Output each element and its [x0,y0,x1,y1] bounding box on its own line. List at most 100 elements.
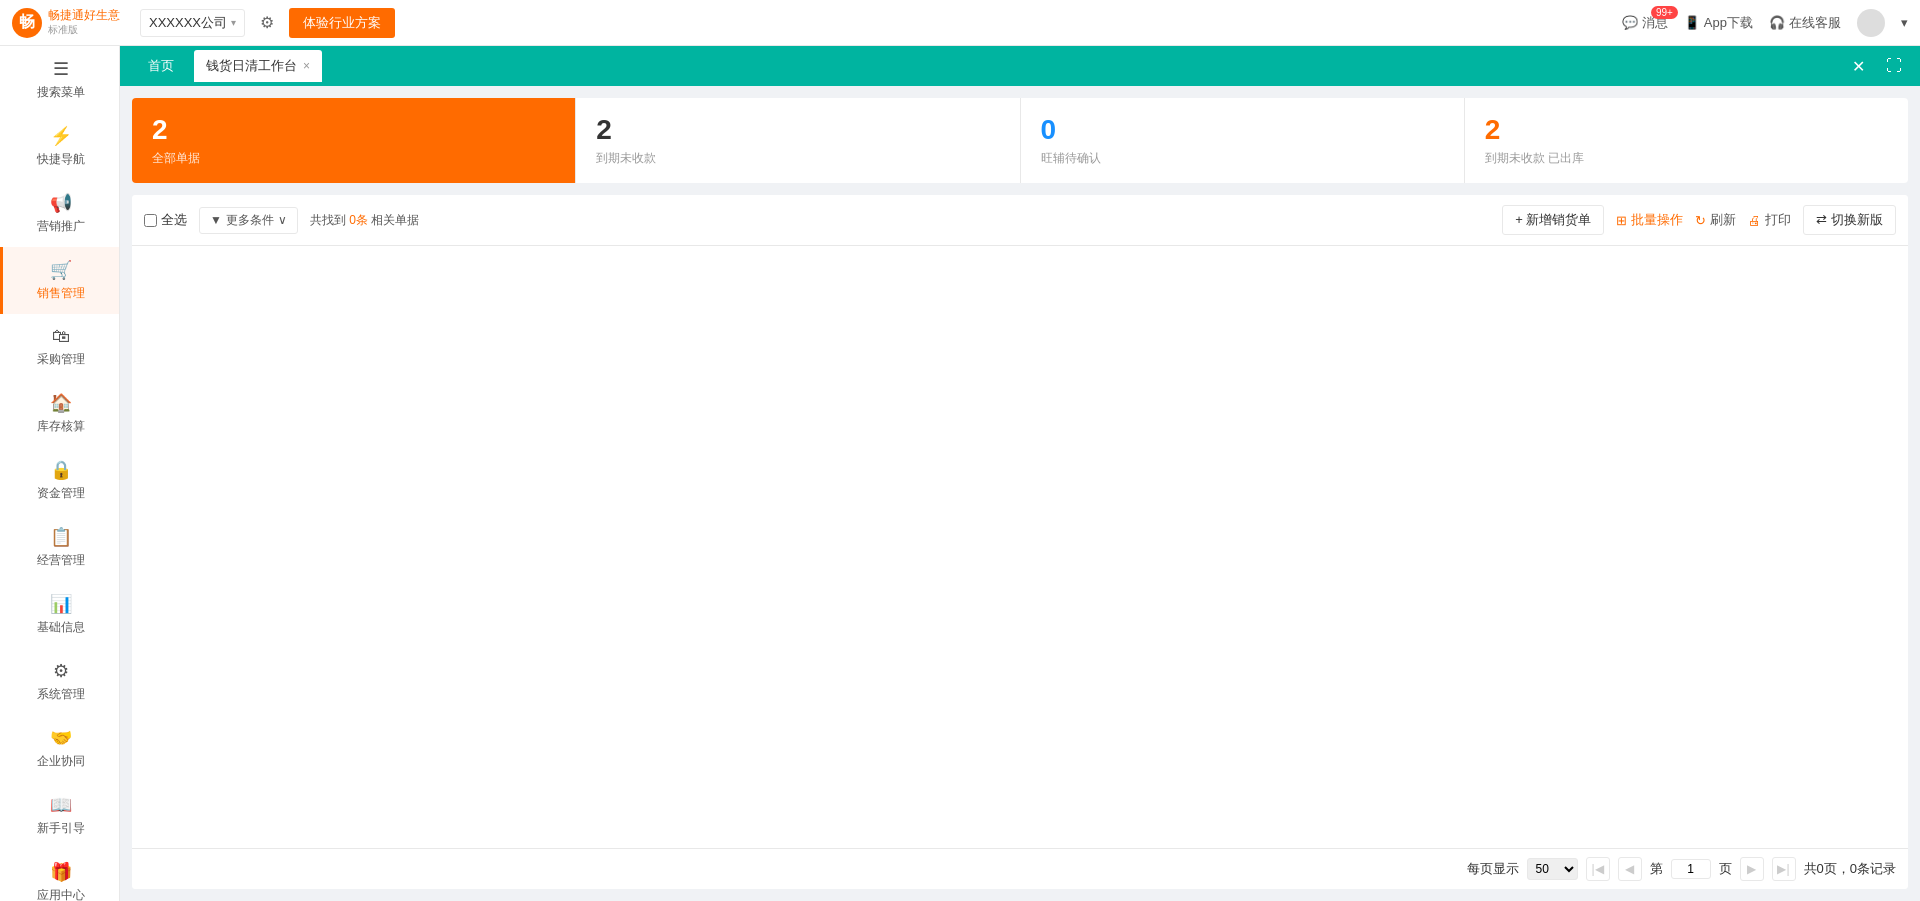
main-content: 首页 钱货日清工作台 × ✕ ⛶ 2 全部单据 [120,46,1920,901]
card-all-label: 全部单据 [152,150,555,167]
trial-button[interactable]: 体验行业方案 [289,8,395,38]
sidebar-item-quick-nav[interactable]: ⚡ 快捷导航 [0,113,119,180]
pagination-bar: 每页显示 50 100 200 |◀ ◀ 第 页 ▶ ▶| 共0页，0条记录 [132,848,1908,889]
sidebar-item-base-info[interactable]: 📊 基础信息 [0,581,119,648]
batch-icon: ⊞ [1616,213,1627,228]
refresh-button[interactable]: ↻ 刷新 [1695,211,1736,229]
layout: ☰ 搜索菜单 ⚡ 快捷导航 📢 营销推广 🛒 销售管理 🛍 采购管理 🏠 库存核… [0,46,1920,901]
chevron-down-icon: ▾ [231,17,236,28]
select-all-input[interactable] [144,214,157,227]
card-pending[interactable]: 0 旺辅待确认 [1021,98,1465,183]
new-order-button[interactable]: + 新增销货单 [1502,205,1604,235]
quick-nav-icon: ⚡ [50,125,72,147]
total-records: 共0页，0条记录 [1804,860,1896,878]
print-button[interactable]: 🖨 打印 [1748,211,1791,229]
table-container: 全选 ▼ 更多条件 ∨ 共找到 0条 相关单据 + 新增销货单 ⊞ [132,195,1908,889]
tab-home[interactable]: 首页 [132,46,190,86]
sidebar-item-collaboration[interactable]: 🤝 企业协同 [0,715,119,782]
filter-icon: ▼ [210,213,222,227]
app-center-icon: 🎁 [50,861,72,883]
card-shipped-count: 2 [1485,114,1888,146]
expand-icon: ⛶ [1886,57,1902,75]
card-all[interactable]: 2 全部单据 [132,98,576,183]
inventory-icon: 🏠 [50,392,72,414]
tab-close-icon[interactable]: × [303,59,310,73]
sidebar-item-sales[interactable]: 🛒 销售管理 [0,247,119,314]
system-icon: ⚙ [53,660,69,682]
card-overdue-count: 2 [596,114,999,146]
online-service-button[interactable]: 🎧 在线客服 [1769,14,1841,32]
card-shipped[interactable]: 2 到期未收款 已出库 [1465,98,1908,183]
header-right: 💬 消息 99+ 📱 App下载 🎧 在线客服 ▾ [1622,9,1908,37]
download-icon: 📱 [1684,15,1700,30]
page-content: 2 全部单据 2 到期未收款 0 旺辅待确认 2 到期未收款 已出库 [120,86,1920,901]
card-pending-count: 0 [1041,114,1444,146]
service-icon: 🎧 [1769,15,1785,30]
sales-icon: 🛒 [50,259,72,281]
card-all-count: 2 [152,114,555,146]
tab-active[interactable]: 钱货日清工作台 × [194,50,322,82]
refresh-icon: ↻ [1695,213,1706,228]
filter-actions: + 新增销货单 ⊞ 批量操作 ↻ 刷新 🖨 打印 [1502,205,1896,235]
user-name[interactable]: ▾ [1901,15,1908,30]
sidebar-item-guide[interactable]: 📖 新手引导 [0,782,119,849]
base-info-icon: 📊 [50,593,72,615]
message-icon: 💬 [1622,15,1638,30]
first-page-button[interactable]: |◀ [1586,857,1610,881]
sidebar-item-operations[interactable]: 📋 经营管理 [0,514,119,581]
finance-icon: 🔒 [50,459,72,481]
card-shipped-label: 到期未收款 已出库 [1485,150,1888,167]
summary-cards: 2 全部单据 2 到期未收款 0 旺辅待确认 2 到期未收款 已出库 [132,98,1908,183]
print-icon: 🖨 [1748,213,1761,228]
table-area [132,246,1908,848]
switch-icon: ⇄ [1816,212,1827,227]
guide-icon: 📖 [50,794,72,816]
company-selector[interactable]: XXXXXX公司 ▾ [140,9,245,37]
card-pending-label: 旺辅待确认 [1041,150,1444,167]
tab-actions: ✕ ⛶ [1844,52,1908,80]
sidebar-item-purchase[interactable]: 🛍 采购管理 [0,314,119,380]
card-overdue-label: 到期未收款 [596,150,999,167]
expand-button[interactable]: ⛶ [1880,52,1908,80]
tab-bar: 首页 钱货日清工作台 × ✕ ⛶ [120,46,1920,86]
prev-page-button[interactable]: ◀ [1618,857,1642,881]
card-overdue[interactable]: 2 到期未收款 [576,98,1020,183]
logo-sub: 标准版 [48,23,120,37]
more-filters-button[interactable]: ▼ 更多条件 ∨ [199,207,298,234]
marketing-icon: 📢 [50,192,72,214]
batch-ops-button[interactable]: ⊞ 批量操作 [1616,211,1683,229]
select-all-checkbox[interactable]: 全选 [144,211,187,229]
found-text: 共找到 0条 相关单据 [310,212,419,229]
operations-icon: 📋 [50,526,72,548]
sidebar: ☰ 搜索菜单 ⚡ 快捷导航 📢 营销推广 🛒 销售管理 🛍 采购管理 🏠 库存核… [0,46,120,901]
logo-area: 畅 畅捷通好生意 标准版 [12,8,132,38]
collaboration-icon: 🤝 [50,727,72,749]
settings-button[interactable]: ⚙ [253,9,281,37]
minimize-icon: ✕ [1852,57,1865,76]
last-page-button[interactable]: ▶| [1772,857,1796,881]
switch-version-button[interactable]: ⇄ 切换新版 [1803,205,1896,235]
minimize-button[interactable]: ✕ [1844,52,1872,80]
sidebar-item-search[interactable]: ☰ 搜索菜单 [0,46,119,113]
page-size-select[interactable]: 50 100 200 [1527,858,1578,880]
filter-bar: 全选 ▼ 更多条件 ∨ 共找到 0条 相关单据 + 新增销货单 ⊞ [132,195,1908,246]
logo-title: 畅捷通好生意 [48,8,120,22]
sidebar-item-inventory[interactable]: 🏠 库存核算 [0,380,119,447]
sidebar-item-app-center[interactable]: 🎁 应用中心 [0,849,119,901]
header-left: 畅 畅捷通好生意 标准版 XXXXXX公司 ▾ ⚙ 体验行业方案 [12,8,395,38]
next-page-button[interactable]: ▶ [1740,857,1764,881]
message-button[interactable]: 💬 消息 99+ [1622,14,1668,32]
sidebar-item-system[interactable]: ⚙ 系统管理 [0,648,119,715]
gear-icon: ⚙ [260,13,274,32]
avatar[interactable] [1857,9,1885,37]
sidebar-item-marketing[interactable]: 📢 营销推广 [0,180,119,247]
sidebar-item-finance[interactable]: 🔒 资金管理 [0,447,119,514]
chevron-icon: ∨ [278,213,287,227]
search-menu-icon: ☰ [53,58,69,80]
page-input[interactable] [1671,859,1711,879]
app-download-button[interactable]: 📱 App下载 [1684,14,1753,32]
message-badge: 99+ [1651,6,1678,19]
logo-icon: 畅 [12,8,42,38]
top-header: 畅 畅捷通好生意 标准版 XXXXXX公司 ▾ ⚙ 体验行业方案 💬 消息 99… [0,0,1920,46]
purchase-icon: 🛍 [52,326,70,347]
